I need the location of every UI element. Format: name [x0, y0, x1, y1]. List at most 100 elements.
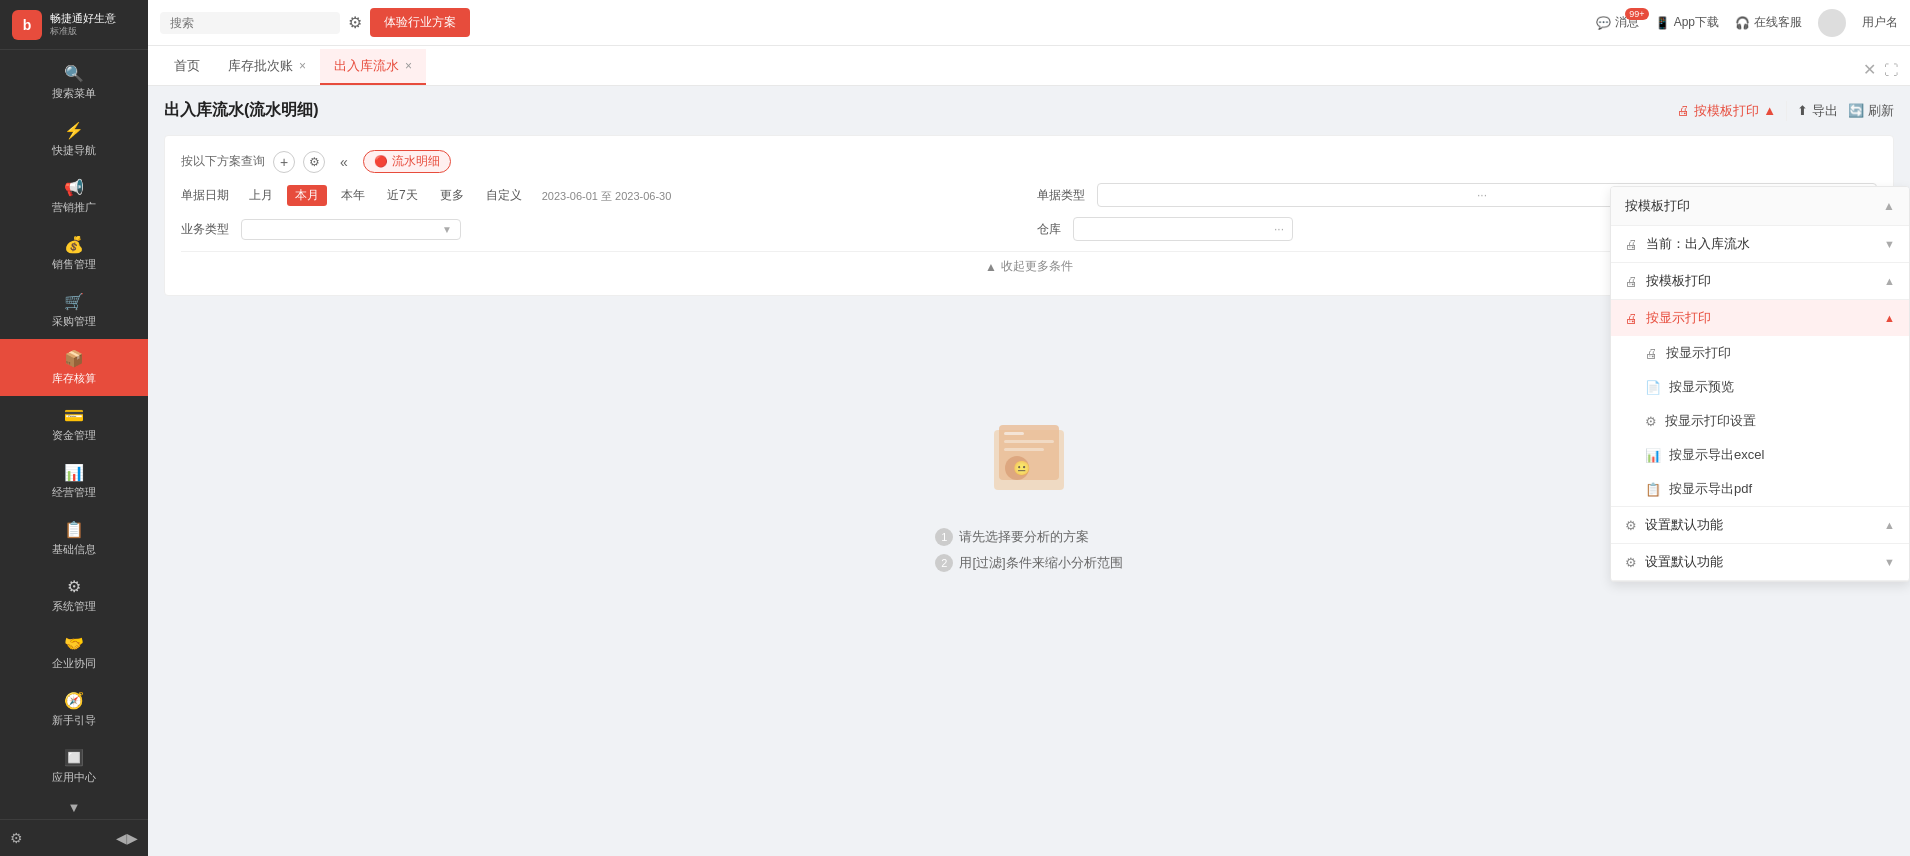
print-button[interactable]: 🖨 按模板打印 ▲	[1677, 102, 1776, 120]
page-title: 出入库流水(流水明细)	[164, 100, 319, 121]
sidebar-item-search-menu[interactable]: 🔍搜索菜单	[0, 54, 148, 111]
sidebar-item-basic-info[interactable]: 📋基础信息	[0, 510, 148, 567]
date-options: 上月本月本年近7天更多自定义	[241, 185, 530, 206]
sidebar-item-label: 库存核算	[52, 371, 96, 386]
filter-settings-button[interactable]: ⚙	[303, 151, 325, 173]
section-header-set-default[interactable]: ⚙ 设置默认功能 ▲	[1611, 507, 1909, 543]
tab-出入库流水[interactable]: 出入库流水×	[320, 49, 426, 85]
item-icon-display-print-4: 📋	[1645, 482, 1661, 497]
date-option-上月[interactable]: 上月	[241, 185, 281, 206]
warehouse-select[interactable]: ···	[1073, 217, 1293, 241]
online-service-item[interactable]: 🎧 在线客服	[1735, 14, 1802, 31]
item-label-display-print-2: 按显示打印设置	[1665, 412, 1756, 430]
date-option-本年[interactable]: 本年	[333, 185, 373, 206]
section-arrow-display-print: ▲	[1884, 312, 1895, 324]
settings-icon[interactable]: ⚙	[10, 830, 23, 846]
tip-num-1: 1	[935, 528, 953, 546]
app-name: 畅捷通好生意	[50, 11, 116, 25]
sidebar-item-finance[interactable]: 💳资金管理	[0, 396, 148, 453]
section-title-display-print: 🖨 按显示打印	[1625, 309, 1711, 327]
sidebar-scroll-down[interactable]: ▼	[0, 796, 148, 819]
sidebar-item-label: 新手引导	[52, 713, 96, 728]
dropdown-item-display-print-1[interactable]: 📄 按显示预览	[1611, 370, 1909, 404]
export-button[interactable]: ⬆ 导出	[1797, 102, 1838, 120]
dropdown-item-display-print-3[interactable]: 📊 按显示导出excel	[1611, 438, 1909, 472]
topbar-search-box[interactable]	[160, 12, 340, 34]
current-template-section: 🖨 当前：出入库流水 ▼	[1611, 226, 1909, 263]
date-option-自定义[interactable]: 自定义	[478, 185, 530, 206]
current-template-arrow: ▼	[1884, 238, 1895, 250]
more-options-icon[interactable]: ···	[1477, 188, 1487, 202]
sidebar-item-guide[interactable]: 🧭新手引导	[0, 681, 148, 738]
basic-info-icon: 📋	[64, 520, 84, 539]
print-dropdown-panel: 按模板打印 ▲ 🖨 当前：出入库流水 ▼ 🖨 按模板打印 ▲ 🖨 按模板打印	[1610, 186, 1910, 582]
date-option-本月[interactable]: 本月	[287, 185, 327, 206]
dropdown-item-display-print-2[interactable]: ⚙ 按显示打印设置	[1611, 404, 1909, 438]
refresh-button[interactable]: 🔄 刷新	[1848, 102, 1894, 120]
sidebar-item-purchase[interactable]: 🛒采购管理	[0, 282, 148, 339]
dropdown-section-set-default: ⚙ 设置默认功能 ▼	[1611, 544, 1909, 581]
expand-tabs-icon[interactable]: ⛶	[1884, 62, 1898, 78]
app-version: 标准版	[50, 25, 116, 38]
sidebar-item-enterprise[interactable]: 🤝企业协同	[0, 624, 148, 681]
sidebar-item-inventory[interactable]: 📦库存核算	[0, 339, 148, 396]
refresh-icon: 🔄	[1848, 103, 1864, 118]
user-name: 用户名	[1862, 14, 1898, 31]
dropdown-panel-header: 按模板打印 ▲	[1611, 187, 1909, 226]
tab-close-icon[interactable]: ×	[405, 59, 412, 73]
collapse-icon[interactable]: ◀▶	[116, 830, 138, 846]
sidebar-item-quick-nav[interactable]: ⚡快捷导航	[0, 111, 148, 168]
close-all-tabs-icon[interactable]: ✕	[1863, 60, 1876, 79]
section-icon-set-default: ⚙	[1625, 518, 1637, 533]
main-content: ⚙ 体验行业方案 💬 消息 99+ 📱 App下载 🎧 在线客服 用户名 首页库…	[148, 0, 1910, 856]
tab-首页[interactable]: 首页	[160, 49, 214, 85]
topbar-settings-icon[interactable]: ⚙	[348, 13, 362, 32]
section-header-set-default[interactable]: ⚙ 设置默认功能 ▼	[1611, 544, 1909, 580]
empty-illustration: 😐	[979, 410, 1079, 510]
filter-tag-label: 流水明细	[392, 153, 440, 170]
sidebar-item-operations[interactable]: 📊经营管理	[0, 453, 148, 510]
printer-icon: 🖨	[1677, 103, 1690, 118]
app-download-item[interactable]: 📱 App下载	[1655, 14, 1719, 31]
user-avatar[interactable]	[1818, 9, 1846, 37]
search-input[interactable]	[170, 16, 330, 30]
filter-section-label: 按以下方案查询	[181, 153, 265, 170]
page-content: 出入库流水(流水明细) 🖨 按模板打印 ▲ ⬆ 导出 🔄 刷新	[148, 86, 1910, 856]
phone-icon: 📱	[1655, 16, 1670, 30]
current-template-header[interactable]: 🖨 当前：出入库流水 ▼	[1611, 226, 1909, 262]
sidebar-item-app-center[interactable]: 🔲 应用中心	[0, 738, 148, 795]
section-icon-set-default: ⚙	[1625, 555, 1637, 570]
tab-close-icon[interactable]: ×	[299, 59, 306, 73]
sidebar-item-label: 应用中心	[52, 770, 96, 785]
sidebar-item-system[interactable]: ⚙系统管理	[0, 567, 148, 624]
section-header-template-print[interactable]: 🖨 按模板打印 ▲	[1611, 263, 1909, 299]
search-menu-icon: 🔍	[64, 64, 84, 83]
date-option-近7天[interactable]: 近7天	[379, 185, 426, 206]
business-type-field-group: 业务类型 ▼	[181, 219, 1021, 240]
date-field-label: 单据日期	[181, 187, 229, 204]
filter-label-row: 按以下方案查询 + ⚙ « 🔴 流水明细	[181, 150, 1877, 173]
trial-button[interactable]: 体验行业方案	[370, 8, 470, 37]
dropdown-item-display-print-4[interactable]: 📋 按显示导出pdf	[1611, 472, 1909, 506]
dropdown-collapse-arrow[interactable]: ▲	[1883, 199, 1895, 213]
filter-add-button[interactable]: +	[273, 151, 295, 173]
section-header-display-print[interactable]: 🖨 按显示打印 ▲	[1611, 300, 1909, 336]
tab-库存批次账[interactable]: 库存批次账×	[214, 49, 320, 85]
date-option-更多[interactable]: 更多	[432, 185, 472, 206]
active-filter-tag[interactable]: 🔴 流水明细	[363, 150, 451, 173]
filter-tag-icon: 🔴	[374, 155, 388, 168]
business-type-select[interactable]: ▼	[241, 219, 461, 240]
warehouse-more-icon[interactable]: ···	[1274, 222, 1284, 236]
chevron-up-icon: ▲	[985, 260, 997, 274]
print-label: 按模板打印	[1694, 102, 1759, 120]
chevron-up-icon: ▲	[1763, 103, 1776, 118]
dropdown-item-display-print-0[interactable]: 🖨 按显示打印	[1611, 336, 1909, 370]
dropdown-section-set-default: ⚙ 设置默认功能 ▲	[1611, 507, 1909, 544]
messages-item[interactable]: 💬 消息 99+	[1596, 14, 1639, 31]
item-label-display-print-0: 按显示打印	[1666, 344, 1731, 362]
sidebar-item-enterprise-wechat[interactable]: 💬企业微信	[0, 795, 148, 796]
sidebar-item-sales[interactable]: 💰销售管理	[0, 225, 148, 282]
sidebar-item-marketing[interactable]: 📢营销推广	[0, 168, 148, 225]
filter-collapse-button[interactable]: «	[333, 151, 355, 173]
app-center-icon: 🔲	[64, 748, 84, 767]
